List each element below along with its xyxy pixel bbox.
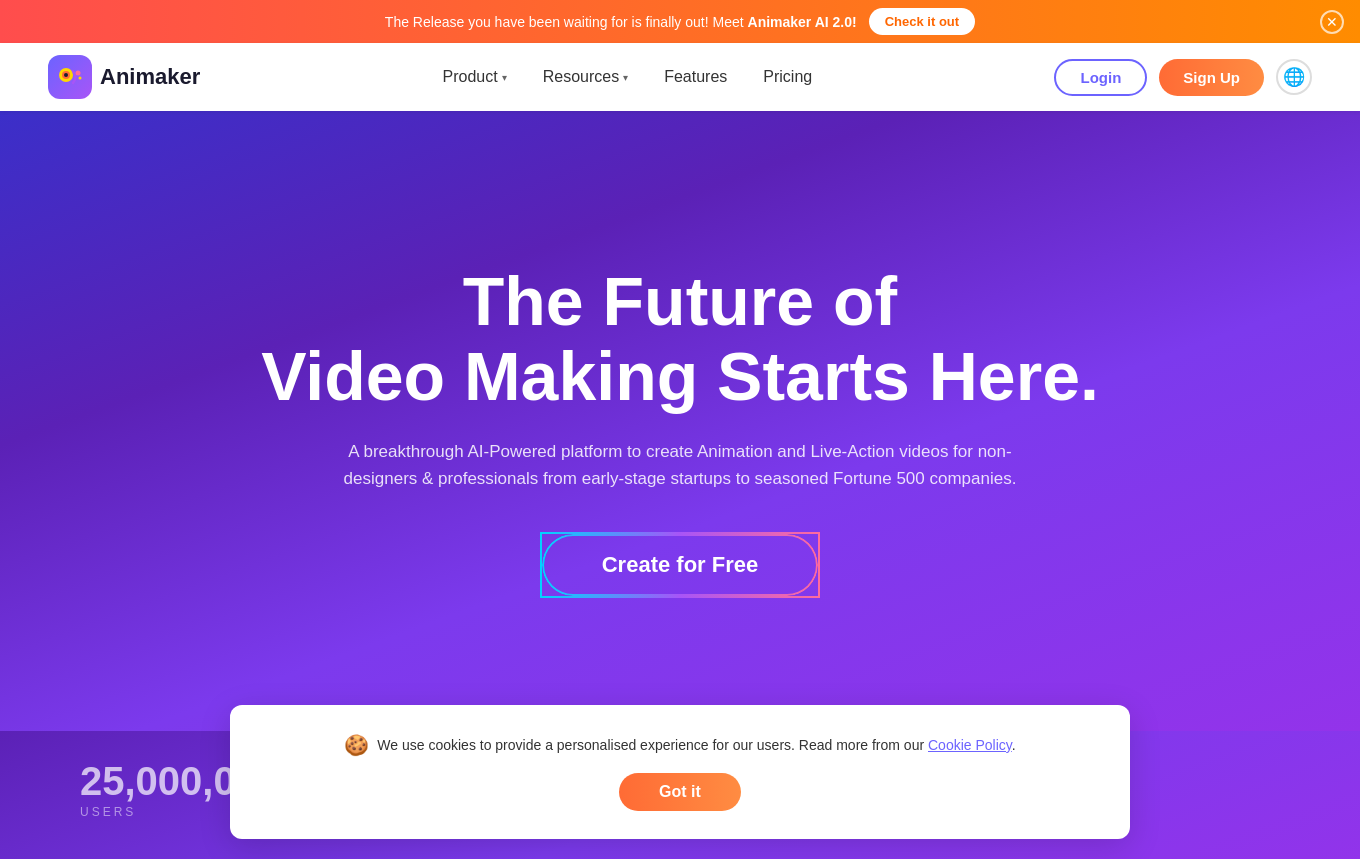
brand-name: Animaker bbox=[100, 64, 200, 90]
cookie-message: 🍪 We use cookies to provide a personalis… bbox=[344, 733, 1015, 757]
nav-item-product[interactable]: Product ▾ bbox=[443, 68, 507, 86]
navbar-logo[interactable]: Animaker bbox=[48, 55, 200, 99]
navbar: Animaker Product ▾ Resources ▾ Features … bbox=[0, 43, 1360, 111]
nav-link-product[interactable]: Product ▾ bbox=[443, 68, 507, 86]
nav-menu: Product ▾ Resources ▾ Features Pricing bbox=[443, 68, 813, 86]
nav-item-features[interactable]: Features bbox=[664, 68, 727, 86]
chevron-down-icon: ▾ bbox=[502, 72, 507, 83]
hero-heading: The Future of Video Making Starts Here. bbox=[261, 264, 1099, 414]
nav-link-resources[interactable]: Resources ▾ bbox=[543, 68, 628, 86]
hero-subtitle: A breakthrough AI-Powered platform to cr… bbox=[340, 438, 1020, 492]
nav-item-pricing[interactable]: Pricing bbox=[763, 68, 812, 86]
create-for-free-button[interactable]: Create for Free bbox=[540, 532, 821, 598]
banner-text: The Release you have been waiting for is… bbox=[385, 14, 857, 30]
got-it-button[interactable]: Got it bbox=[619, 773, 741, 811]
cookie-banner: 🍪 We use cookies to provide a personalis… bbox=[230, 705, 1130, 839]
check-it-out-button[interactable]: Check it out bbox=[869, 8, 975, 35]
language-selector-button[interactable]: 🌐 bbox=[1276, 59, 1312, 95]
logo-icon bbox=[48, 55, 92, 99]
nav-link-pricing[interactable]: Pricing bbox=[763, 68, 812, 86]
login-button[interactable]: Login bbox=[1054, 59, 1147, 96]
svg-point-2 bbox=[64, 73, 68, 77]
signup-button[interactable]: Sign Up bbox=[1159, 59, 1264, 96]
announcement-banner: The Release you have been waiting for is… bbox=[0, 0, 1360, 43]
navbar-actions: Login Sign Up 🌐 bbox=[1054, 59, 1312, 96]
svg-point-3 bbox=[76, 71, 81, 76]
cookie-policy-link[interactable]: Cookie Policy bbox=[928, 737, 1012, 753]
globe-icon: 🌐 bbox=[1283, 66, 1305, 88]
banner-close-button[interactable]: ✕ bbox=[1320, 10, 1344, 34]
svg-point-4 bbox=[79, 77, 82, 80]
chevron-down-icon: ▾ bbox=[623, 72, 628, 83]
cookie-icon: 🍪 bbox=[344, 733, 369, 757]
nav-item-resources[interactable]: Resources ▾ bbox=[543, 68, 628, 86]
hero-section: The Future of Video Making Starts Here. … bbox=[0, 111, 1360, 731]
nav-link-features[interactable]: Features bbox=[664, 68, 727, 86]
